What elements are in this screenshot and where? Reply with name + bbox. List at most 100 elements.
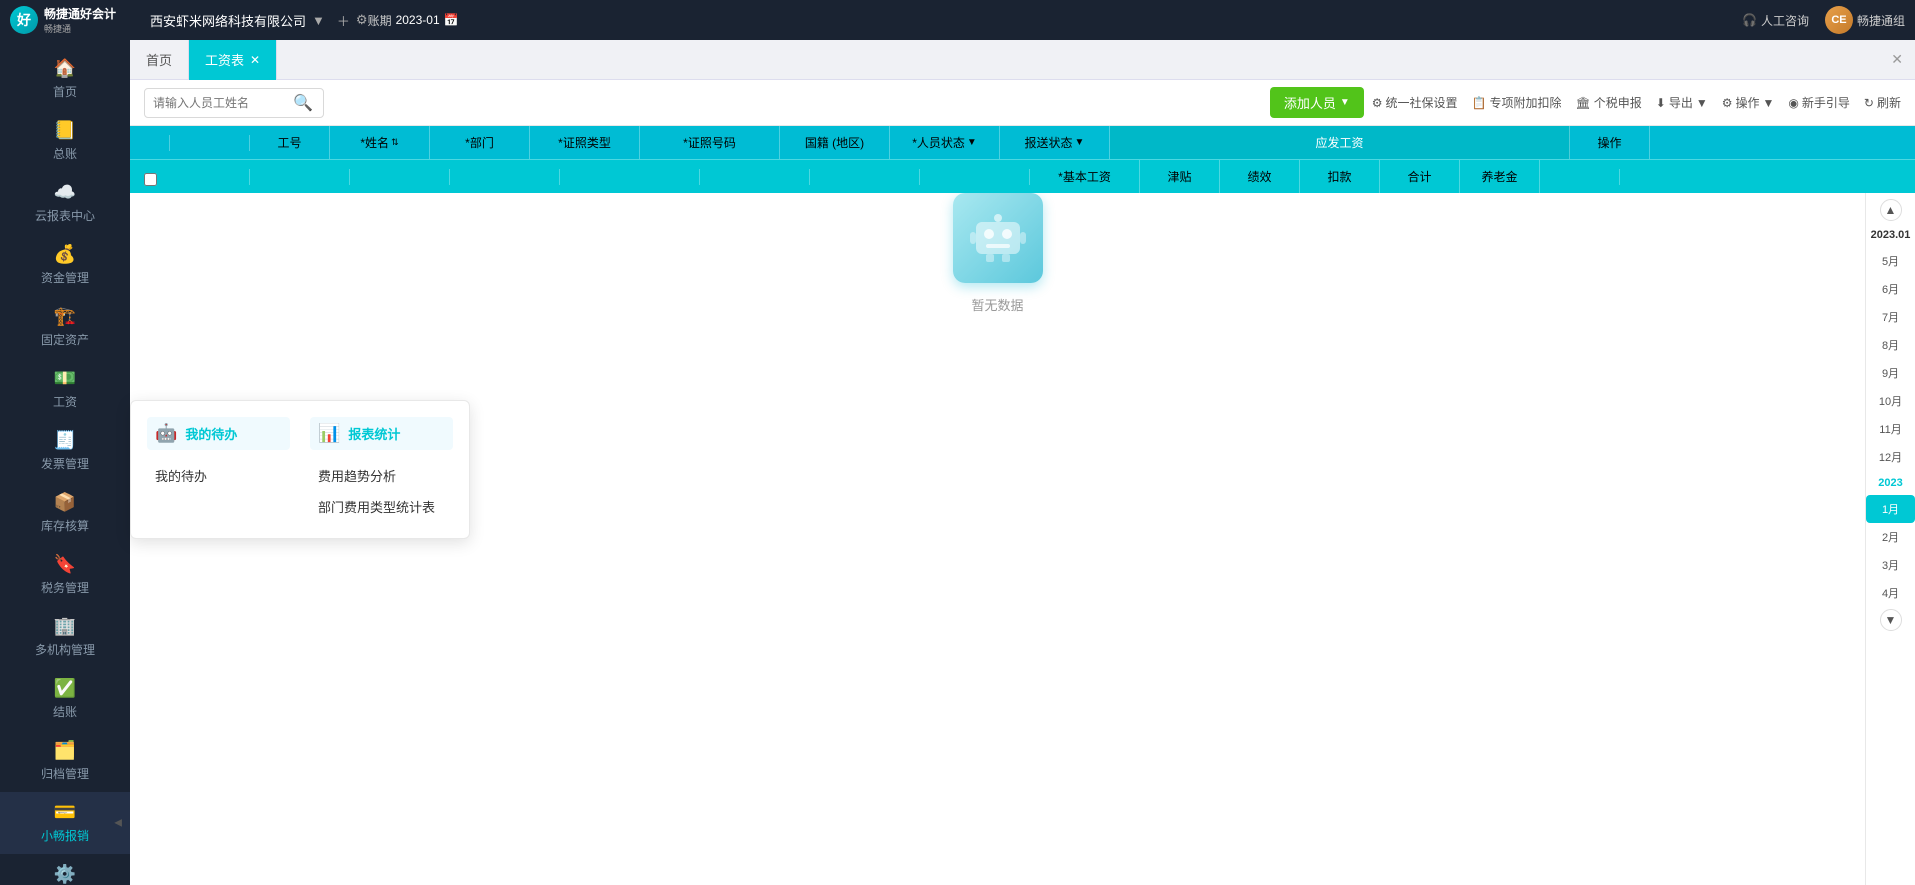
- ledger-icon: 📒: [54, 120, 76, 141]
- th-nation: 国籍 (地区): [780, 126, 890, 159]
- th-sub-nation: [700, 169, 810, 185]
- expense-icon: 💳: [54, 802, 76, 823]
- collapse-arrow-icon: ◀: [114, 818, 122, 829]
- month-oct[interactable]: 10月: [1866, 387, 1915, 415]
- tab-home[interactable]: 首页: [130, 40, 189, 80]
- th-sub-operations: [1540, 169, 1620, 185]
- sidebar-item-inventory[interactable]: 📦 库存核算: [0, 482, 130, 544]
- th-sub-idno: [560, 169, 700, 185]
- submenu-panel: 🤖 我的待办 我的待办 📊 报表统计 费用趋势分析 部门费用类型统计表: [130, 400, 470, 539]
- submenu-link-dept-stats[interactable]: 部门费用类型统计表: [310, 491, 453, 522]
- sidebar-item-label: 发票管理: [41, 455, 89, 472]
- sidebar-item-label: 多机构管理: [35, 641, 95, 658]
- sidebar-item-tax[interactable]: 🔖 税务管理: [0, 544, 130, 606]
- tax-deduct-btn[interactable]: 📋 专项附加扣除: [1472, 94, 1562, 111]
- month-dec[interactable]: 12月: [1866, 443, 1915, 471]
- cloud-icon: ☁️: [54, 182, 76, 203]
- close-panel-btn[interactable]: ✕: [1879, 51, 1915, 68]
- th-sub-checkbox[interactable]: [130, 167, 170, 186]
- sidebar-item-multiorg[interactable]: 🏢 多机构管理: [0, 606, 130, 668]
- month-sep[interactable]: 9月: [1866, 359, 1915, 387]
- sidebar-item-label: 首页: [53, 83, 77, 100]
- social-security-btn[interactable]: ⚙ 统一社保设置: [1372, 94, 1458, 111]
- sidebar-item-settle[interactable]: ✅ 结账: [0, 668, 130, 730]
- new-guide-btn[interactable]: ◉ 新手引导: [1788, 94, 1850, 111]
- th-sub-name: [250, 169, 350, 185]
- company-selector[interactable]: 西安虾米网络科技有限公司 ▼ ＋ ⚙: [150, 11, 368, 30]
- period-header: 2023.01: [1866, 223, 1915, 247]
- month-jul[interactable]: 7月: [1866, 303, 1915, 331]
- search-input[interactable]: [153, 96, 293, 110]
- toolbar: 🔍 添加人员 ▼ ⚙ 统一社保设置 📋 专项附加扣除 🏛 个税申报: [130, 80, 1915, 126]
- sidebar-item-label: 归档管理: [41, 765, 89, 782]
- search-input-wrap[interactable]: 🔍: [144, 88, 324, 118]
- multiorg-icon: 🏢: [54, 616, 76, 637]
- month-jan-active[interactable]: 1月: [1866, 495, 1915, 523]
- month-nav-up[interactable]: ▲: [1880, 199, 1902, 221]
- th-sub-number: [170, 169, 250, 185]
- calendar-icon[interactable]: 📅: [444, 13, 459, 27]
- add-icon[interactable]: ＋: [337, 11, 350, 30]
- tax-report-btn[interactable]: 🏛 个税申报: [1576, 94, 1642, 111]
- th-sub-report: [920, 169, 1030, 185]
- month-may[interactable]: 5月: [1866, 247, 1915, 275]
- th-subsidy: 津贴: [1140, 160, 1220, 193]
- settings-icon[interactable]: ⚙: [356, 12, 368, 28]
- support-btn[interactable]: 🎧 人工咨询: [1742, 12, 1809, 29]
- settle-icon: ✅: [54, 678, 76, 699]
- th-sub-dept: [350, 169, 450, 185]
- month-nav-down[interactable]: ▼: [1880, 609, 1902, 631]
- sidebar-item-label: 小畅报销: [41, 827, 89, 844]
- sidebar-item-basic[interactable]: ⚙️ 基础设置: [0, 854, 130, 885]
- sidebar-item-label: 固定资产: [41, 331, 89, 348]
- month-jun[interactable]: 6月: [1866, 275, 1915, 303]
- top-header: 好 畅捷通好会计 畅捷通 西安虾米网络科技有限公司 ▼ ＋ ⚙ 账期 2023-…: [0, 0, 1915, 40]
- operations-btn[interactable]: ⚙ 操作 ▼: [1722, 94, 1775, 111]
- sidebar-item-salary[interactable]: 💵 工资: [0, 358, 130, 420]
- month-aug[interactable]: 8月: [1866, 331, 1915, 359]
- tab-salary-table[interactable]: 工资表 ✕: [189, 40, 277, 80]
- submenu-link-trend[interactable]: 费用趋势分析: [310, 460, 453, 491]
- export-btn[interactable]: ⬇ 导出 ▼: [1656, 94, 1708, 111]
- tab-close-icon[interactable]: ✕: [250, 53, 260, 67]
- user-area[interactable]: CE 畅捷通组: [1825, 6, 1905, 34]
- sidebar-item-cloud[interactable]: ☁️ 云报表中心: [0, 172, 130, 234]
- empty-text: 暂无数据: [971, 295, 1023, 314]
- th-checkbox-top: [130, 135, 170, 151]
- sidebar-item-home[interactable]: 🏠 首页: [0, 48, 130, 110]
- sidebar-item-archive[interactable]: 🗂️ 归档管理: [0, 730, 130, 792]
- table-content-area: 暂无数据: [130, 193, 1865, 885]
- month-feb[interactable]: 2月: [1866, 523, 1915, 551]
- submenu-link-todo[interactable]: 我的待办: [147, 460, 290, 491]
- month-apr[interactable]: 4月: [1866, 579, 1915, 607]
- search-icon: 🔍: [293, 93, 313, 113]
- sidebar-item-fund[interactable]: 💰 资金管理: [0, 234, 130, 296]
- sidebar-item-expense[interactable]: 💳 小畅报销 ◀: [0, 792, 130, 854]
- refresh-btn[interactable]: ↻ 刷新: [1864, 94, 1901, 111]
- home-icon: 🏠: [54, 58, 76, 79]
- inventory-icon: 📦: [54, 492, 76, 513]
- sidebar-item-asset[interactable]: 🏗️ 固定资产: [0, 296, 130, 358]
- submenu-report-col: 📊 报表统计 费用趋势分析 部门费用类型统计表: [310, 417, 453, 522]
- month-nov[interactable]: 11月: [1866, 415, 1915, 443]
- select-all-checkbox[interactable]: [144, 173, 157, 186]
- new-guide-icon: ◉: [1788, 96, 1798, 110]
- sidebar-item-label: 资金管理: [41, 269, 89, 286]
- filter-icon[interactable]: ▼: [967, 137, 977, 148]
- th-operations-top: 操作: [1570, 126, 1650, 159]
- todo-icon: 🤖: [155, 423, 177, 444]
- year-2023-label: 2023: [1866, 471, 1915, 495]
- add-person-btn[interactable]: 添加人员 ▼: [1270, 87, 1364, 118]
- th-performance: 绩效: [1220, 160, 1300, 193]
- th-name: *姓名 ⇅: [330, 126, 430, 159]
- archive-icon: 🗂️: [54, 740, 76, 761]
- sidebar-item-label: 总账: [53, 145, 77, 162]
- filter2-icon[interactable]: ▼: [1075, 137, 1085, 148]
- sidebar-item-label: 工资: [53, 393, 77, 410]
- sidebar-item-invoice[interactable]: 🧾 发票管理: [0, 420, 130, 482]
- social-security-icon: ⚙: [1372, 96, 1383, 110]
- sidebar-item-ledger[interactable]: 📒 总账: [0, 110, 130, 172]
- header-right: 🎧 人工咨询 CE 畅捷通组: [1742, 6, 1905, 34]
- month-mar[interactable]: 3月: [1866, 551, 1915, 579]
- logo-text: 畅捷通好会计 畅捷通: [44, 5, 116, 35]
